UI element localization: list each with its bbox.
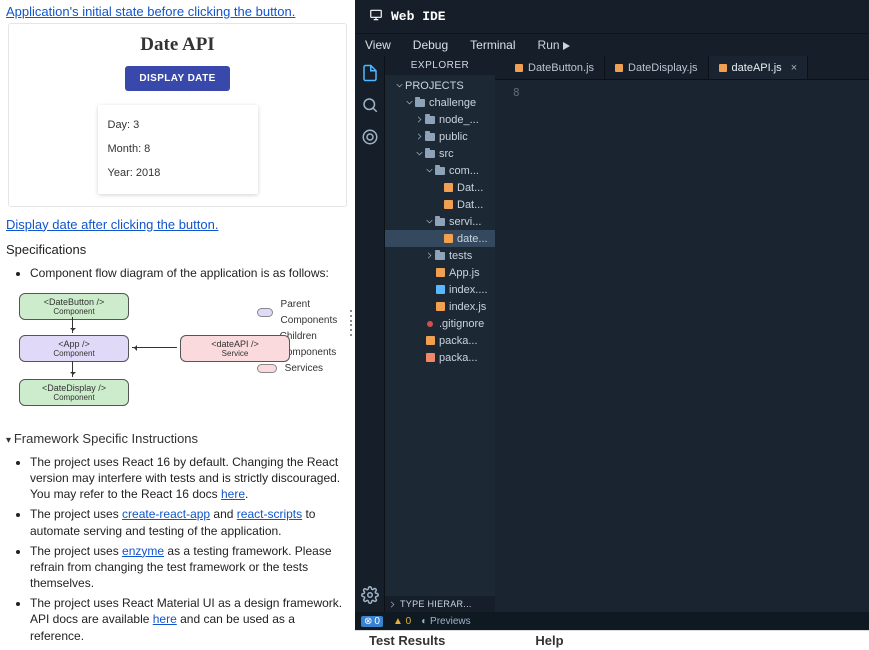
status-warnings[interactable]: ▲ 0 — [393, 616, 411, 627]
tree-file[interactable]: App.js — [385, 264, 495, 281]
ide-panel: Web IDE View Debug Terminal Run EXPLORER — [355, 0, 869, 650]
editor-tabs: DateButton.js DateDisplay.js dateAPI.js× — [495, 56, 869, 80]
close-icon[interactable]: × — [791, 62, 797, 74]
tree-file[interactable]: packa... — [385, 332, 495, 349]
search-icon[interactable] — [361, 96, 379, 114]
tree-file[interactable]: Dat... — [385, 179, 495, 196]
tree-challenge[interactable]: challenge — [385, 94, 495, 111]
code-editor[interactable]: 8 — [495, 80, 869, 612]
enzyme-link[interactable]: enzyme — [122, 544, 164, 558]
framework-item: The project uses create-react-app and re… — [30, 506, 349, 538]
tree-file-selected[interactable]: date... — [385, 230, 495, 247]
ide-titlebar: Web IDE — [355, 0, 869, 33]
tree-components[interactable]: com... — [385, 162, 495, 179]
line-number: 8 — [513, 86, 520, 99]
chevron-down-icon — [425, 218, 433, 226]
mui-docs-link[interactable]: here — [153, 612, 177, 626]
explorer-sidebar: EXPLORER PROJECTS challenge node_... pub… — [385, 56, 495, 612]
chevron-right-icon — [415, 133, 423, 141]
menu-terminal[interactable]: Terminal — [460, 34, 525, 56]
type-hierarchy-panel[interactable]: TYPE HIERAR... — [385, 596, 495, 612]
tree-node-modules[interactable]: node_... — [385, 111, 495, 128]
framework-heading[interactable]: Framework Specific Instructions — [6, 431, 349, 446]
framework-item: The project uses React Material UI as a … — [30, 595, 349, 644]
react-docs-link[interactable]: here — [221, 487, 245, 501]
preview-card: Date API DISPLAY DATE Day: 3 Month: 8 Ye… — [8, 23, 347, 207]
tree-services[interactable]: servi... — [385, 213, 495, 230]
status-errors[interactable]: ⊗0 — [361, 616, 383, 627]
tree-file[interactable]: index.... — [385, 281, 495, 298]
chevron-down-icon — [425, 167, 433, 175]
diagram-dateapi: <dateAPI />Service — [180, 335, 290, 362]
tree-file[interactable]: .gitignore — [385, 315, 495, 332]
specifications-heading: Specifications — [6, 242, 349, 257]
editor-area: DateButton.js DateDisplay.js dateAPI.js×… — [495, 56, 869, 612]
chevron-down-icon — [405, 99, 413, 107]
file-tree: PROJECTS challenge node_... public src c… — [385, 75, 495, 596]
resize-handle[interactable] — [350, 310, 355, 336]
explorer-title: EXPLORER — [385, 56, 495, 75]
link-after-click[interactable]: Display date after clicking the button. — [6, 217, 218, 232]
tree-tests[interactable]: tests — [385, 247, 495, 264]
tree-file[interactable]: Dat... — [385, 196, 495, 213]
tree-file[interactable]: packa... — [385, 349, 495, 366]
preview-year: Year: 2018 — [108, 161, 248, 185]
bottom-help[interactable]: Help — [535, 633, 563, 648]
chevron-right-icon — [425, 252, 433, 260]
diagram-datedisplay: <DateDisplay />Component — [19, 379, 129, 406]
gear-icon[interactable] — [361, 586, 379, 604]
chevron-down-icon — [395, 82, 403, 90]
monitor-icon — [369, 8, 383, 26]
menu-view[interactable]: View — [355, 34, 401, 56]
tab-datebutton[interactable]: DateButton.js — [505, 56, 605, 79]
status-bar: ⊗0 ▲ 0 ◐ Previews — [355, 612, 869, 630]
tree-src[interactable]: src — [385, 145, 495, 162]
component-diagram: <DateButton />Component <App />Component… — [12, 293, 349, 413]
preview-values: Day: 3 Month: 8 Year: 2018 — [98, 105, 258, 194]
display-date-button[interactable]: DISPLAY DATE — [125, 66, 229, 91]
chevron-down-icon — [415, 150, 423, 158]
spec-bullet: Component flow diagram of the applicatio… — [30, 265, 349, 281]
tree-projects[interactable]: PROJECTS — [385, 77, 495, 94]
cra-link[interactable]: create-react-app — [122, 507, 210, 521]
diagram-app: <App />Component — [19, 335, 129, 362]
instructions-panel: Application's initial state before click… — [0, 0, 355, 650]
ide-menubar: View Debug Terminal Run — [355, 33, 869, 56]
debug-icon[interactable] — [361, 128, 379, 146]
ide-title-text: Web IDE — [391, 9, 446, 24]
framework-item: The project uses React 16 by default. Ch… — [30, 454, 349, 503]
bottom-test-results[interactable]: Test Results — [369, 633, 445, 648]
files-icon[interactable] — [361, 64, 379, 82]
tree-file[interactable]: index.js — [385, 298, 495, 315]
react-scripts-link[interactable]: react-scripts — [237, 507, 302, 521]
tab-datedisplay[interactable]: DateDisplay.js — [605, 56, 709, 79]
activity-bar — [355, 56, 385, 612]
play-icon — [563, 42, 570, 50]
preview-day: Day: 3 — [108, 113, 248, 137]
preview-title: Date API — [19, 34, 336, 56]
tree-public[interactable]: public — [385, 128, 495, 145]
tab-dateapi[interactable]: dateAPI.js× — [709, 56, 809, 79]
diagram-datebutton: <DateButton />Component — [19, 293, 129, 320]
menu-run[interactable]: Run — [528, 34, 580, 56]
link-initial-state[interactable]: Application's initial state before click… — [6, 4, 295, 19]
ide-bottom-panel: Test Results Help — [355, 630, 869, 650]
chevron-right-icon — [389, 601, 396, 608]
menu-debug[interactable]: Debug — [403, 34, 458, 56]
chevron-right-icon — [415, 116, 423, 124]
framework-item: The project uses enzyme as a testing fra… — [30, 543, 349, 592]
status-previews[interactable]: ◐ Previews — [421, 616, 470, 627]
preview-month: Month: 8 — [108, 137, 248, 161]
